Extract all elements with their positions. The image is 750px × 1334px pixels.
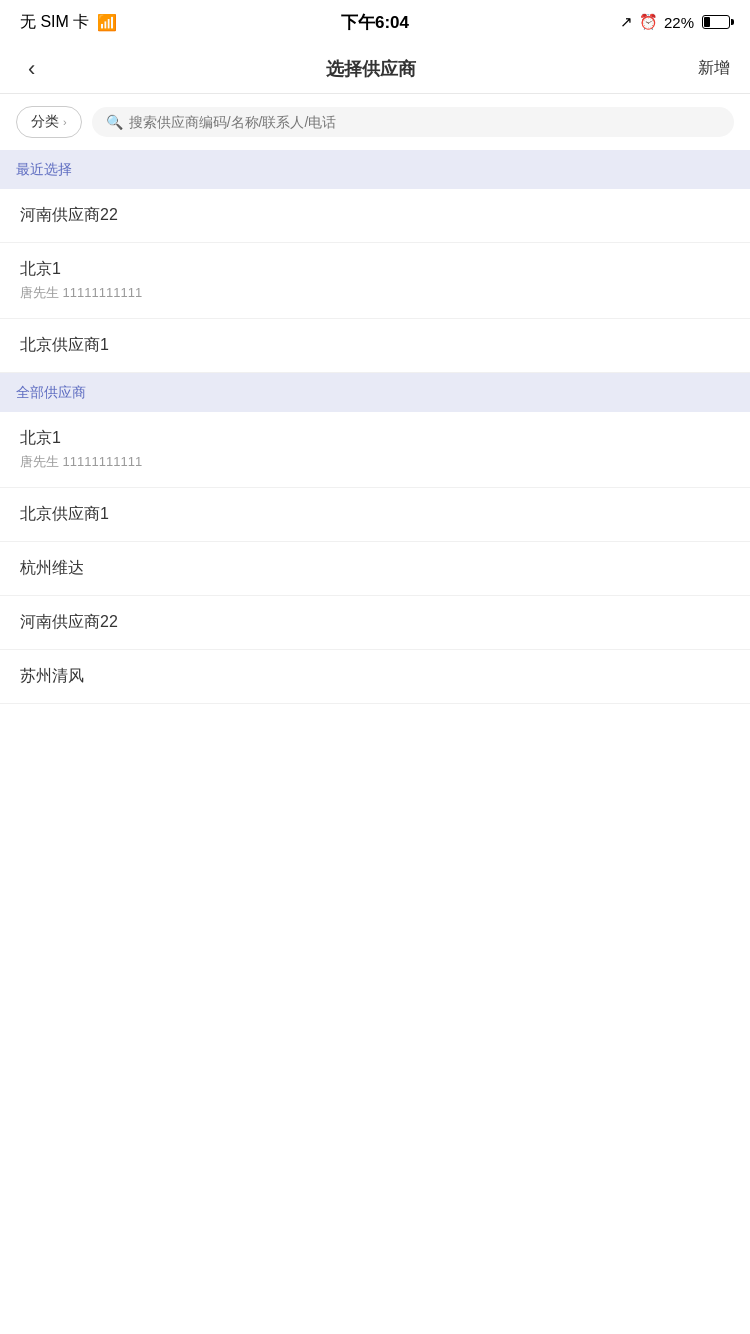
page-title: 选择供应商 xyxy=(326,57,416,81)
status-time: 下午6:04 xyxy=(341,11,409,34)
item-name: 杭州维达 xyxy=(20,558,730,579)
item-contact: 唐先生 11111111111 xyxy=(20,284,730,302)
search-icon: 🔍 xyxy=(106,114,123,130)
all-section-header: 全部供应商 xyxy=(0,373,750,412)
status-left: 无 SIM 卡 📶 xyxy=(20,12,117,33)
recent-section-label: 最近选择 xyxy=(16,161,72,177)
nav-bar: ‹ 选择供应商 新增 xyxy=(0,44,750,94)
item-contact: 唐先生 11111111111 xyxy=(20,453,730,471)
list-item[interactable]: 北京供应商1 xyxy=(0,488,750,542)
list-item[interactable]: 苏州清风 xyxy=(0,650,750,704)
list-item[interactable]: 河南供应商22 xyxy=(0,189,750,243)
recent-section-header: 最近选择 xyxy=(0,150,750,189)
list-item[interactable]: 河南供应商22 xyxy=(0,596,750,650)
item-name: 北京供应商1 xyxy=(20,504,730,525)
category-button[interactable]: 分类 › xyxy=(16,106,82,138)
battery-icon xyxy=(702,15,730,29)
chevron-right-icon: › xyxy=(63,116,67,128)
category-label: 分类 xyxy=(31,113,59,131)
status-bar: 无 SIM 卡 📶 下午6:04 ↗ ⏰ 22% xyxy=(0,0,750,44)
all-section-label: 全部供应商 xyxy=(16,384,86,400)
search-input[interactable] xyxy=(129,114,720,130)
item-name: 苏州清风 xyxy=(20,666,730,687)
wifi-icon: 📶 xyxy=(97,13,117,32)
list-item[interactable]: 北京1 唐先生 11111111111 xyxy=(0,243,750,319)
search-box[interactable]: 🔍 xyxy=(92,107,734,137)
back-button[interactable]: ‹ xyxy=(20,48,43,90)
item-name: 北京1 xyxy=(20,428,730,449)
status-right: ↗ ⏰ 22% xyxy=(620,13,730,31)
recent-items-list: 河南供应商22 北京1 唐先生 11111111111 北京供应商1 xyxy=(0,189,750,373)
location-icon: ↗ xyxy=(620,13,633,31)
item-name: 河南供应商22 xyxy=(20,205,730,226)
list-item[interactable]: 北京供应商1 xyxy=(0,319,750,373)
item-name: 北京供应商1 xyxy=(20,335,730,356)
item-name: 北京1 xyxy=(20,259,730,280)
add-button[interactable]: 新增 xyxy=(698,58,730,79)
filter-bar: 分类 › 🔍 xyxy=(0,94,750,150)
battery-percent: 22% xyxy=(664,14,694,31)
list-item[interactable]: 北京1 唐先生 11111111111 xyxy=(0,412,750,488)
alarm-icon: ⏰ xyxy=(639,13,658,31)
carrier-label: 无 SIM 卡 xyxy=(20,12,89,33)
list-item[interactable]: 杭州维达 xyxy=(0,542,750,596)
item-name: 河南供应商22 xyxy=(20,612,730,633)
all-items-list: 北京1 唐先生 11111111111 北京供应商1 杭州维达 河南供应商22 … xyxy=(0,412,750,704)
